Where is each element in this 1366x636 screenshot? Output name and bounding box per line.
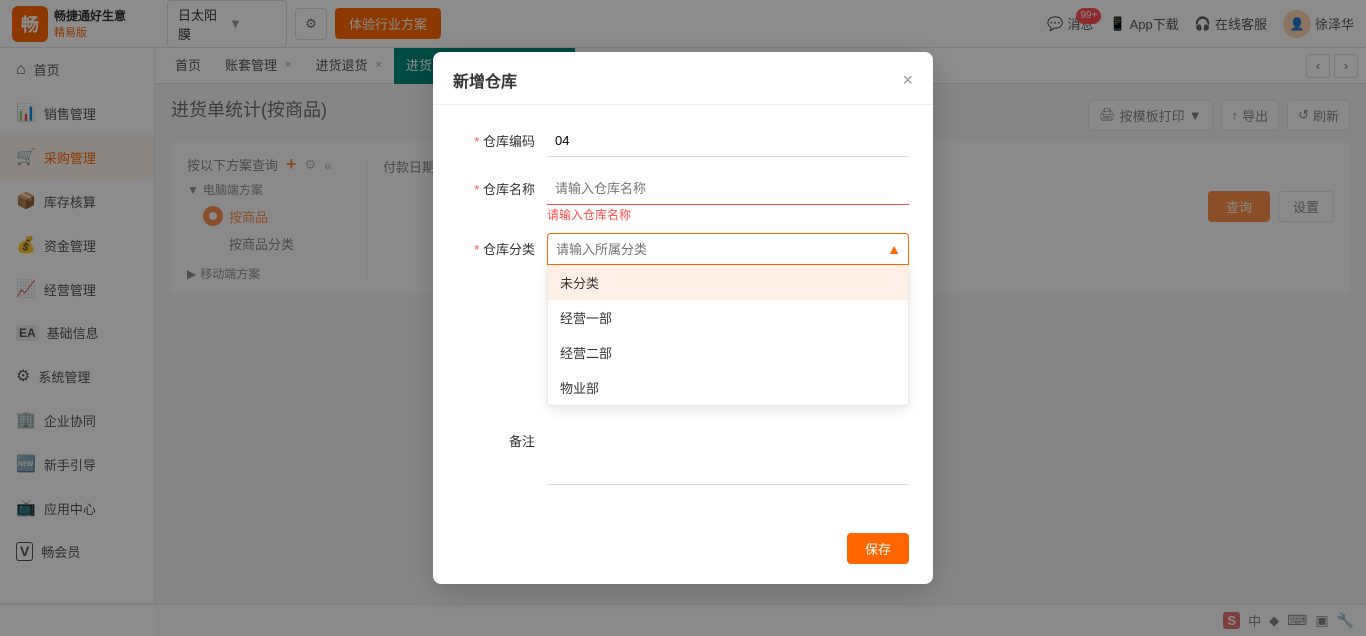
dialog-footer: 保存 (433, 521, 933, 584)
note-label: 备注 (457, 425, 547, 450)
code-input[interactable] (547, 125, 909, 157)
dialog-overlay: 新增仓库 × * 仓库编码 (155, 84, 1366, 636)
page-content: 进货单统计(按商品) 🖨 按模板打印 ▼ ↑ 导出 ↺ (155, 84, 1366, 636)
category-dropdown-wrapper: ▲ 未分类 经营一部 经营二部 物业部 (547, 233, 909, 265)
name-error-tip: 请输入仓库名称 (547, 206, 631, 223)
warehouse-code-row: * 仓库编码 (457, 125, 909, 157)
dropdown-option-uncategorized[interactable]: 未分类 (548, 265, 908, 300)
dropdown-option-dept1[interactable]: 经营一部 (548, 300, 908, 335)
dialog-title: 新增仓库 (453, 84, 517, 92)
note-input[interactable] (547, 425, 909, 485)
warehouse-name-row: * 仓库名称 请输入仓库名称 (457, 173, 909, 205)
required-star-3: * (474, 242, 479, 257)
main-layout: ⌂ 首页 📊 销售管理 🛒 采购管理 📦 库存核算 💰 资金管理 📈 经营管理 … (0, 48, 1366, 636)
name-input[interactable] (547, 173, 909, 205)
dialog-header: 新增仓库 × (433, 84, 933, 105)
dropdown-option-dept2[interactable]: 经营二部 (548, 335, 908, 370)
code-label: * 仓库编码 (457, 125, 547, 150)
name-label: * 仓库名称 (457, 173, 547, 198)
add-warehouse-dialog: 新增仓库 × * 仓库编码 (433, 84, 933, 584)
dropdown-option-dept3[interactable]: 物业部 (548, 370, 908, 405)
content-area: 首页 账套管理 × 进货退货 × 进货单统计表（按商品） × ‹ › (155, 48, 1366, 636)
warehouse-category-row: * 仓库分类 ▲ 未分类 经营一部 经营二部 物业部 (457, 233, 909, 265)
save-button[interactable]: 保存 (847, 533, 909, 564)
dialog-close-button[interactable]: × (902, 84, 913, 91)
category-input[interactable] (547, 233, 909, 265)
dropdown-arrow-icon[interactable]: ▲ (887, 241, 901, 257)
category-label: * 仓库分类 (457, 233, 547, 258)
category-dropdown-list: 未分类 经营一部 经营二部 物业部 (547, 265, 909, 406)
required-star: * (474, 134, 479, 149)
dialog-body: * 仓库编码 * 仓库名称 (433, 105, 933, 521)
warehouse-note-row: 备注 (457, 425, 909, 485)
required-star-2: * (474, 182, 479, 197)
